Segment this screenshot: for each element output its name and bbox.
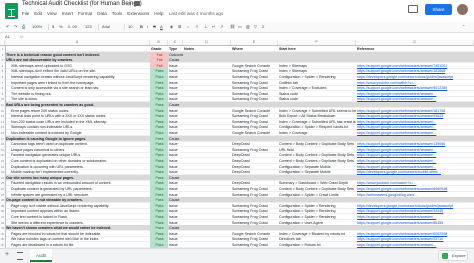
- menu-file[interactable]: File: [22, 11, 29, 16]
- explore-button[interactable]: Explore: [438, 250, 468, 261]
- fill-color-icon[interactable]: ◈: [170, 22, 173, 32]
- comment-icon[interactable]: [407, 4, 418, 14]
- bold-icon[interactable]: B: [140, 22, 143, 32]
- toolbar: ↶ ↷ ⎙ 100% $ % .0 .00 123 Arial 10 B I S…: [0, 22, 474, 33]
- column-header-d[interactable]: D: [183, 40, 231, 45]
- zoom-select[interactable]: 100%: [32, 22, 42, 32]
- menu-edit[interactable]: Edit: [34, 11, 42, 16]
- column-header-e[interactable]: E: [231, 40, 278, 45]
- more-formats-button[interactable]: 123: [85, 22, 92, 32]
- menu-insert[interactable]: Insert: [62, 11, 73, 16]
- title-bar: Technical Audit Checklist (for Human Bei…: [0, 0, 474, 22]
- rotate-icon[interactable]: ↗: [220, 22, 223, 32]
- share-button[interactable]: Share: [425, 4, 452, 15]
- fx-icon: fx: [20, 34, 24, 39]
- text-color-icon[interactable]: A: [160, 22, 163, 32]
- menu-view[interactable]: View: [47, 11, 57, 16]
- folder-icon[interactable]: [134, 1, 140, 6]
- add-sheet-icon[interactable]: +: [5, 251, 9, 258]
- menu-tools[interactable]: Tools: [112, 11, 123, 16]
- undo-icon[interactable]: ↶: [6, 22, 9, 32]
- avatar[interactable]: [457, 4, 468, 15]
- link-icon[interactable]: ⛓: [230, 22, 235, 32]
- sheets-logo-icon[interactable]: [5, 3, 18, 19]
- collapse-icon[interactable]: ⌃: [462, 22, 465, 32]
- document-title[interactable]: Technical Audit Checklist (for Human Bei…: [22, 1, 142, 7]
- valign-icon[interactable]: ⊥: [204, 22, 207, 32]
- redo-icon[interactable]: ↷: [14, 22, 17, 32]
- decimal-buttons[interactable]: .0 .00: [67, 22, 77, 32]
- cell-reference[interactable]: A1: [5, 33, 10, 40]
- currency-button[interactable]: $: [52, 22, 54, 32]
- sheet-tabs-bar: + Audit Explore: [0, 248, 474, 263]
- menu-extensions[interactable]: Extensions: [127, 11, 149, 16]
- wrap-icon[interactable]: ↵: [212, 22, 215, 32]
- font-size-select[interactable]: 10: [128, 22, 132, 32]
- print-icon[interactable]: ⎙: [22, 22, 25, 32]
- comment-insert-icon[interactable]: ▭: [238, 22, 242, 32]
- align-icon[interactable]: ≡: [196, 22, 198, 32]
- menu-help[interactable]: Help: [154, 11, 163, 16]
- menu-data[interactable]: Data: [97, 11, 107, 16]
- functions-icon[interactable]: Σ: [262, 22, 264, 32]
- italic-icon[interactable]: I: [147, 22, 148, 32]
- star-icon[interactable]: ☆: [127, 1, 132, 8]
- font-select[interactable]: Arial: [102, 22, 110, 32]
- column-header-g[interactable]: G: [356, 40, 474, 45]
- chart-icon[interactable]: ▥: [246, 22, 250, 32]
- last-edit-link[interactable]: Last edit was 4 months ago: [169, 11, 224, 16]
- column-header-c[interactable]: C: [168, 40, 183, 45]
- filter-icon[interactable]: ▽: [254, 22, 257, 32]
- menu-bar: File Edit View Insert Format Data Tools …: [22, 11, 223, 16]
- column-header-b[interactable]: B: [150, 40, 168, 45]
- borders-icon[interactable]: ⊞: [178, 22, 181, 32]
- strikethrough-icon[interactable]: S: [153, 22, 156, 32]
- percent-button[interactable]: %: [59, 22, 63, 32]
- sheet-tab-audit[interactable]: Audit: [30, 249, 53, 262]
- column-header-a[interactable]: A: [5, 40, 150, 45]
- merge-icon[interactable]: ⇔: [186, 22, 190, 32]
- menu-format[interactable]: Format: [78, 11, 92, 16]
- column-header-f[interactable]: F: [278, 40, 356, 45]
- all-sheets-icon[interactable]: [17, 252, 23, 260]
